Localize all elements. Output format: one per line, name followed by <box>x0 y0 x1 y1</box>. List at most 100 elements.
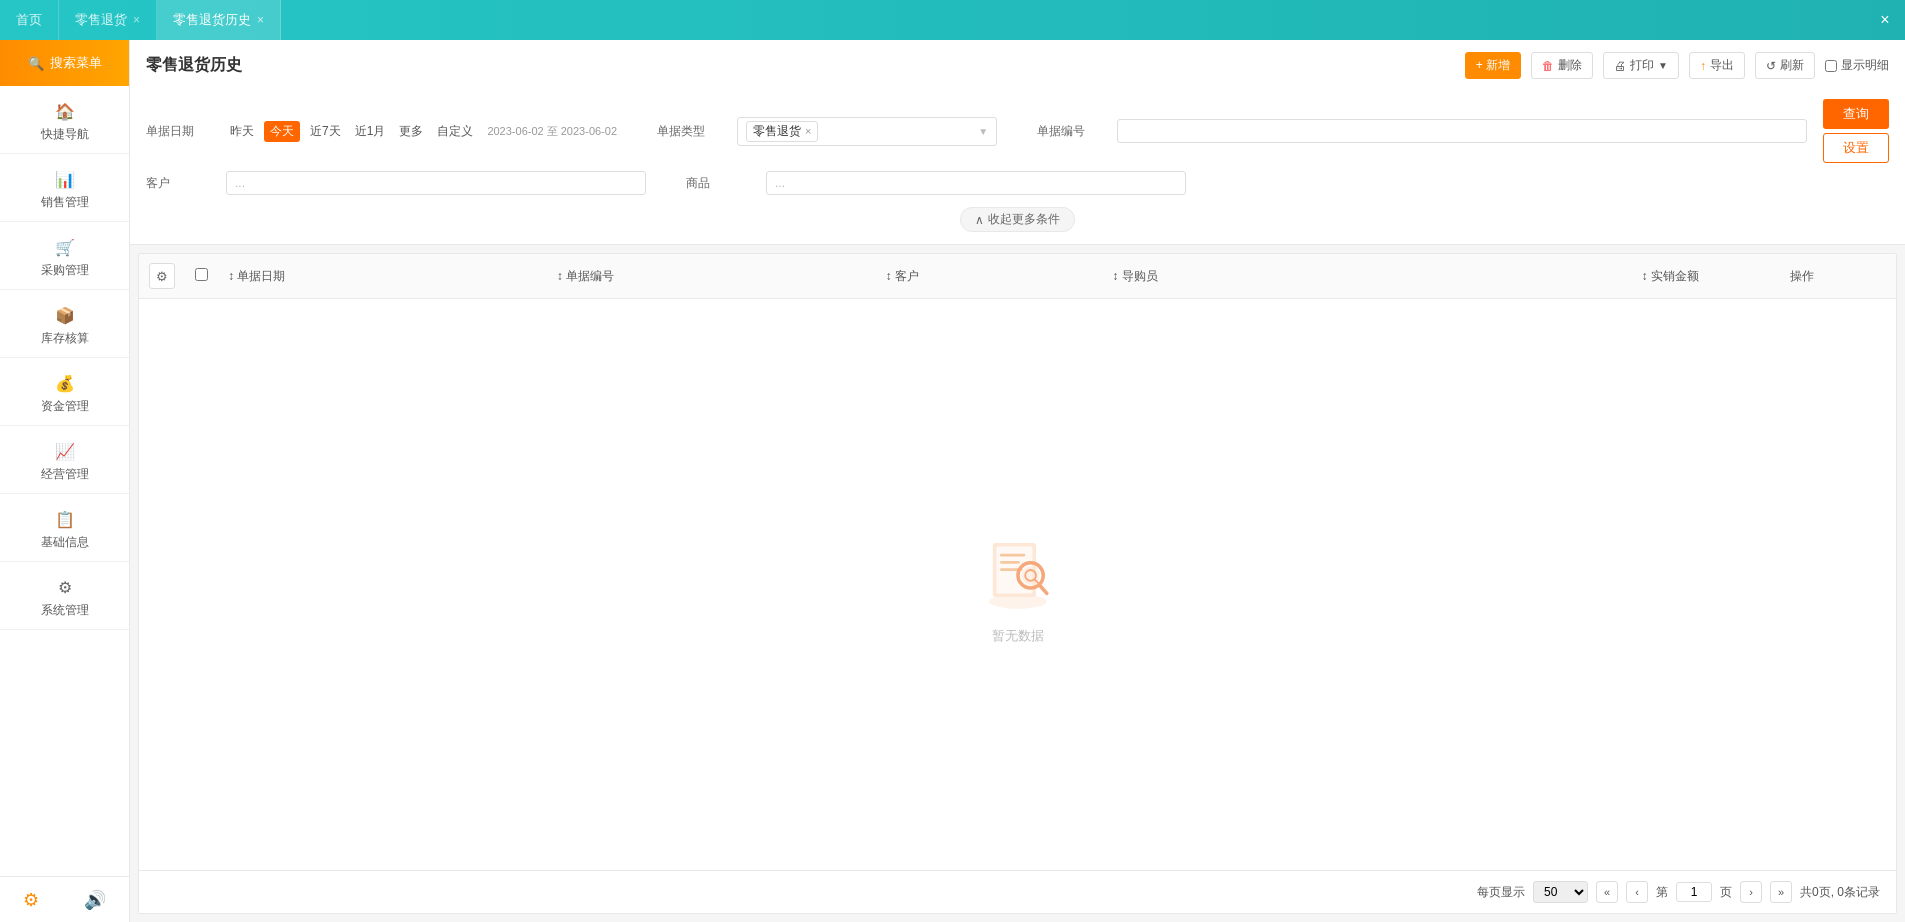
select-all-checkbox[interactable] <box>195 268 208 281</box>
pagination: 每页显示 20 50 100 « ‹ 第 页 › » 共0页, 0条记录 <box>139 870 1896 913</box>
collapse-row: ∧ 收起更多条件 <box>146 203 1889 236</box>
refresh-icon: ↺ <box>1766 59 1776 73</box>
print-button[interactable]: 🖨 打印 ▼ <box>1603 52 1679 79</box>
sidebar-item-sales-label: 销售管理 <box>41 194 89 211</box>
search-icon: 🔍 <box>28 56 44 71</box>
th-guide: ↕ 导购员 <box>1102 254 1380 299</box>
th-action: 操作 <box>1709 254 1896 299</box>
page-size-label: 每页显示 <box>1477 884 1525 901</box>
collapse-button[interactable]: ∧ 收起更多条件 <box>960 207 1075 232</box>
basic-info-icon: 📋 <box>54 508 76 530</box>
svg-line-8 <box>1039 585 1046 593</box>
customer-filter-label: 客户 <box>146 175 226 192</box>
type-filter-label: 单据类型 <box>657 123 737 140</box>
print-icon: 🖨 <box>1614 59 1626 73</box>
date-opt-7days[interactable]: 近7天 <box>306 121 345 142</box>
sidebar-item-inventory[interactable]: 📦 库存核算 <box>0 290 129 358</box>
th-date: ↕ 单据日期 <box>218 254 547 299</box>
export-button[interactable]: ↑ 导出 <box>1689 52 1745 79</box>
empty-state: 暂无数据 <box>139 299 1896 870</box>
page-number-input[interactable] <box>1676 882 1712 902</box>
tab-retail-return-history[interactable]: 零售退货历史 × <box>157 0 281 40</box>
sidebar-item-quick-nav[interactable]: 🏠 快捷导航 <box>0 86 129 154</box>
show-detail-checkbox[interactable] <box>1825 60 1837 72</box>
type-filter-input[interactable]: 零售退货 × ▼ <box>737 117 997 146</box>
date-opt-more[interactable]: 更多 <box>395 121 427 142</box>
settings-button[interactable]: 设置 <box>1823 133 1889 163</box>
tab-home[interactable]: + 新增 首页 <box>0 0 59 40</box>
column-settings-button[interactable]: ⚙ <box>149 263 175 289</box>
goods-filter-input[interactable]: ... <box>766 171 1186 195</box>
th-settings: ⚙ <box>139 254 185 299</box>
system-icon: ⚙ <box>54 576 76 598</box>
tab-bar: + 新增 首页 零售退货 × 零售退货历史 × <box>0 0 1865 40</box>
sidebar-nav: 🏠 快捷导航 📊 销售管理 🛒 采购管理 📦 库存核算 💰 资金管理 📈 <box>0 86 129 876</box>
svg-rect-4 <box>1000 561 1020 564</box>
operations-icon: 📈 <box>54 440 76 462</box>
finance-icon: 💰 <box>54 372 76 394</box>
empty-text: 暂无数据 <box>992 627 1044 645</box>
prev-page-button[interactable]: ‹ <box>1626 881 1648 903</box>
inventory-icon: 📦 <box>54 304 76 326</box>
date-options: 昨天 今天 近7天 近1月 更多 自定义 2023-06-02 至 2023-0… <box>226 121 617 142</box>
customer-filter-input[interactable]: ... <box>226 171 646 195</box>
query-button[interactable]: 查询 <box>1823 99 1889 129</box>
date-opt-yesterday[interactable]: 昨天 <box>226 121 258 142</box>
sidebar-item-system[interactable]: ⚙ 系统管理 <box>0 562 129 630</box>
sidebar-item-finance-label: 资金管理 <box>41 398 89 415</box>
toolbar: + 新增 🗑 删除 🖨 打印 ▼ ↑ 导出 ↺ <box>1465 52 1889 79</box>
date-filter-label: 单据日期 <box>146 123 226 140</box>
export-icon: ↑ <box>1700 59 1706 73</box>
date-opt-1month[interactable]: 近1月 <box>351 121 390 142</box>
th-amount: ↕ 实销金额 <box>1380 254 1709 299</box>
show-detail-label[interactable]: 显示明细 <box>1825 57 1889 74</box>
type-tag: 零售退货 × <box>746 121 818 142</box>
empty-illustration <box>973 525 1063 615</box>
page-label-post: 页 <box>1720 884 1732 901</box>
sidebar-item-operations[interactable]: 📈 经营管理 <box>0 426 129 494</box>
type-tag-close[interactable]: × <box>805 125 811 137</box>
sales-icon: 📊 <box>54 168 76 190</box>
purchase-icon: 🛒 <box>54 236 76 258</box>
settings-bottom-icon[interactable]: ⚙ <box>23 889 39 911</box>
page-size-select[interactable]: 20 50 100 <box>1533 881 1588 903</box>
svg-rect-3 <box>1000 553 1025 556</box>
last-page-button[interactable]: » <box>1770 881 1792 903</box>
volume-icon[interactable]: 🔊 <box>84 889 106 911</box>
sidebar-item-basic-info-label: 基础信息 <box>41 534 89 551</box>
refresh-button[interactable]: ↺ 刷新 <box>1755 52 1815 79</box>
docnum-filter-input[interactable] <box>1117 119 1807 143</box>
sidebar-item-sales[interactable]: 📊 销售管理 <box>0 154 129 222</box>
delete-button[interactable]: 🗑 删除 <box>1531 52 1593 79</box>
sidebar-bottom: ⚙ 🔊 <box>0 876 129 922</box>
sidebar: 🔍 搜索菜单 🏠 快捷导航 📊 销售管理 🛒 采购管理 📦 库存核算 💰 <box>0 40 130 922</box>
docnum-filter-label: 单据编号 <box>1037 123 1117 140</box>
print-dropdown-icon: ▼ <box>1658 60 1668 71</box>
window-close-button[interactable]: × <box>1865 0 1905 40</box>
add-button[interactable]: + 新增 <box>1465 52 1521 79</box>
sidebar-search[interactable]: 🔍 搜索菜单 <box>0 40 129 86</box>
sidebar-item-finance[interactable]: 💰 资金管理 <box>0 358 129 426</box>
next-page-button[interactable]: › <box>1740 881 1762 903</box>
top-bar: + 新增 首页 零售退货 × 零售退货历史 × × <box>0 0 1905 40</box>
content-area: 零售退货历史 + 新增 🗑 删除 🖨 打印 ▼ ↑ 导出 <box>130 40 1905 922</box>
sidebar-item-purchase[interactable]: 🛒 采购管理 <box>0 222 129 290</box>
date-opt-custom[interactable]: 自定义 <box>433 121 477 142</box>
tab-retail-return-history-close[interactable]: × <box>257 13 264 27</box>
sidebar-item-basic-info[interactable]: 📋 基础信息 <box>0 494 129 562</box>
tab-retail-return[interactable]: 零售退货 × <box>59 0 157 40</box>
first-page-button[interactable]: « <box>1596 881 1618 903</box>
th-customer: ↕ 客户 <box>876 254 1103 299</box>
total-label: 共0页, 0条记录 <box>1800 884 1880 901</box>
page-header: 零售退货历史 + 新增 🗑 删除 🖨 打印 ▼ ↑ 导出 <box>130 40 1905 245</box>
delete-icon: 🗑 <box>1542 59 1554 73</box>
tab-retail-return-close[interactable]: × <box>133 13 140 27</box>
th-num: ↕ 单据编号 <box>547 254 876 299</box>
table-header-row: ⚙ ↕ 单据日期 ↕ 单据编号 ↕ 客户 <box>139 254 1896 299</box>
sidebar-item-quick-nav-label: 快捷导航 <box>41 126 89 143</box>
date-opt-today[interactable]: 今天 <box>264 121 300 142</box>
page-title: 零售退货历史 <box>146 55 242 76</box>
sidebar-item-system-label: 系统管理 <box>41 602 89 619</box>
main-layout: 🔍 搜索菜单 🏠 快捷导航 📊 销售管理 🛒 采购管理 📦 库存核算 💰 <box>0 40 1905 922</box>
sidebar-search-label: 搜索菜单 <box>50 54 102 72</box>
